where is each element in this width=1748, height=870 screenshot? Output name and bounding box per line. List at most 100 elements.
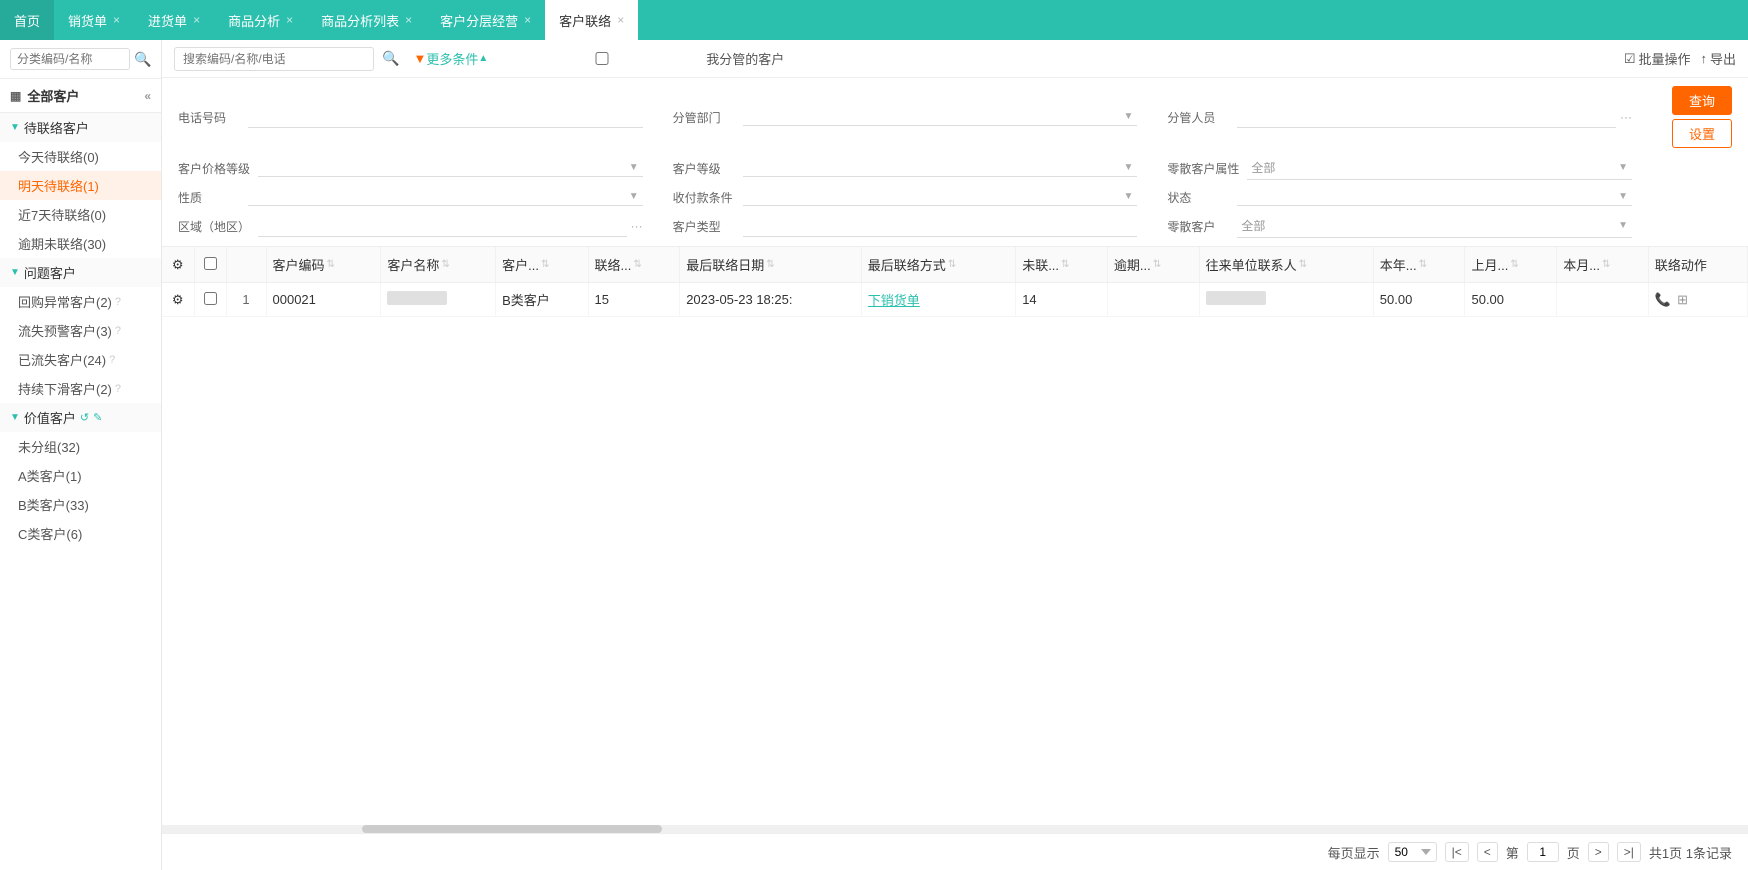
table-row: ⚙ 1 000021 B类客户 15 2023-05-23 18:25: 下销货… — [162, 283, 1748, 317]
customer-level-select[interactable]: ▼ — [743, 159, 1138, 177]
nav-purchase-order[interactable]: 进货单 × — [134, 0, 214, 40]
first-page-btn[interactable]: |< — [1445, 842, 1469, 862]
col-num-header — [226, 247, 266, 283]
close-product-analysis-list-icon[interactable]: × — [405, 13, 412, 27]
col-gear-header[interactable]: ⚙ — [162, 247, 194, 283]
col-checkbox-header[interactable] — [194, 247, 226, 283]
close-customer-segmentation-icon[interactable]: × — [524, 13, 531, 27]
col-code-header[interactable]: 客户编码 ⇅ — [266, 247, 381, 283]
sidebar-search-input[interactable] — [10, 48, 130, 70]
sidebar-item-churned[interactable]: 已流失客户(24) ? — [0, 345, 161, 374]
nav-sales-order[interactable]: 销货单 × — [54, 0, 134, 40]
row-last-contact-way[interactable]: 下销货单 — [861, 283, 1015, 317]
sidebar-group-value-customers: ▼ 价值客户 ↺ ✎ — [0, 403, 161, 432]
next-page-btn[interactable]: > — [1588, 842, 1609, 862]
nature-field: 性质 ▼ — [178, 188, 643, 206]
col-unit-contact-header[interactable]: 往来单位联系人 ⇅ — [1199, 247, 1373, 283]
select-all-checkbox[interactable] — [204, 257, 217, 270]
sidebar-search-icon[interactable]: 🔍 — [134, 51, 151, 68]
nav-customer-contact[interactable]: 客户联络 × — [545, 0, 638, 40]
close-customer-contact-icon[interactable]: × — [617, 13, 624, 27]
help-icon-1[interactable]: ? — [115, 296, 121, 308]
horizontal-scrollbar[interactable] — [162, 825, 1748, 833]
row-num: 1 — [226, 283, 266, 317]
my-customers-checkbox-label[interactable]: 我分管的客户 — [502, 49, 784, 68]
col-contact-header[interactable]: 联络... ⇅ — [588, 247, 680, 283]
batch-operation-btn[interactable]: ☑ 批量操作 — [1624, 49, 1691, 68]
close-purchase-order-icon[interactable]: × — [193, 13, 200, 27]
col-last-contact-way-header[interactable]: 最后联络方式 ⇅ — [861, 247, 1015, 283]
search-input[interactable] — [174, 47, 374, 71]
help-icon-3[interactable]: ? — [109, 354, 115, 366]
filter-more-btn[interactable]: ▼ 更多条件 ▲ — [407, 46, 494, 71]
sidebar-item-class-c[interactable]: C类客户(6) — [0, 519, 161, 548]
manager-input[interactable] — [1237, 107, 1616, 128]
status-chevron-icon: ▼ — [1618, 191, 1628, 202]
manager-dots-icon[interactable]: ··· — [1620, 110, 1632, 124]
col-last-month-header[interactable]: 上月... ⇅ — [1465, 247, 1557, 283]
adv-filter-row-2: 客户价格等级 ▼ 客户等级 ▼ 零散客户属性 — [178, 156, 1732, 180]
sidebar-item-abnormal-repurchase[interactable]: 回购异常客户(2) ? — [0, 287, 161, 316]
col-not-contact-header[interactable]: 未联... ⇅ — [1016, 247, 1108, 283]
per-page-select[interactable]: 50 100 200 — [1388, 842, 1437, 862]
sidebar-item-ungrouped[interactable]: 未分组(32) — [0, 432, 161, 461]
query-button[interactable]: 查询 — [1672, 86, 1732, 115]
col-this-month-header[interactable]: 本月... ⇅ — [1557, 247, 1649, 283]
phone-action-icon[interactable]: 📞 — [1655, 292, 1671, 308]
sidebar-item-tomorrow-contact[interactable]: 明天待联络(1) — [0, 171, 161, 200]
page-input[interactable] — [1527, 842, 1559, 862]
help-icon-2[interactable]: ? — [115, 325, 121, 337]
row-checkbox[interactable] — [194, 283, 226, 317]
sidebar-item-churn-warning[interactable]: 流失预警客户(3) ? — [0, 316, 161, 345]
col-name-header[interactable]: 客户名称 ⇅ — [381, 247, 496, 283]
row-action-icons: 📞 ⊞ — [1655, 292, 1741, 308]
last-page-btn[interactable]: >| — [1617, 842, 1641, 862]
collapse-sidebar-icon[interactable]: « — [144, 89, 151, 103]
customer-table: ⚙ 客户编码 ⇅ 客户名称 ⇅ — [162, 247, 1748, 317]
nav-product-analysis-list[interactable]: 商品分析列表 × — [307, 0, 426, 40]
col-last-contact-date-header[interactable]: 最后联络日期 ⇅ — [680, 247, 862, 283]
scrollbar-thumb[interactable] — [362, 825, 662, 833]
payment-select[interactable]: ▼ — [743, 188, 1138, 206]
triangle-icon: ▼ — [10, 122, 20, 133]
close-product-analysis-icon[interactable]: × — [286, 13, 293, 27]
region-input[interactable] — [258, 216, 627, 237]
filter-search-icon[interactable]: 🔍 — [382, 50, 399, 67]
nav-customer-segmentation[interactable]: 客户分层经营 × — [426, 0, 545, 40]
row-select-checkbox[interactable] — [204, 292, 217, 305]
retail-customer-select[interactable]: 全部 ▼ — [1237, 214, 1632, 238]
sidebar-item-declining[interactable]: 持续下滑客户(2) ? — [0, 374, 161, 403]
phone-input[interactable] — [248, 107, 643, 128]
region-dots-icon[interactable]: ··· — [631, 219, 643, 233]
sidebar-all-customers[interactable]: ▦ 全部客户 « — [0, 79, 161, 113]
status-select[interactable]: ▼ — [1237, 188, 1632, 206]
sidebar-item-7days-contact[interactable]: 近7天待联络(0) — [0, 200, 161, 229]
export-btn[interactable]: ↑ 导出 — [1700, 49, 1736, 68]
refresh-value-icon[interactable]: ↺ — [80, 411, 89, 424]
customer-type-input[interactable] — [743, 216, 1138, 237]
edit-value-icon[interactable]: ✎ — [93, 411, 102, 424]
nav-product-analysis[interactable]: 商品分析 × — [214, 0, 307, 40]
retail-attr-select[interactable]: 全部 ▼ — [1247, 156, 1632, 180]
help-icon-4[interactable]: ? — [115, 383, 121, 395]
col-overdue-header[interactable]: 逾期... ⇅ — [1107, 247, 1199, 283]
customer-level-field: 客户等级 ▼ — [673, 159, 1138, 177]
row-type: B类客户 — [496, 283, 588, 317]
nav-home[interactable]: 首页 — [0, 0, 54, 40]
triangle-icon-2: ▼ — [10, 267, 20, 278]
sidebar-item-class-b[interactable]: B类客户(33) — [0, 490, 161, 519]
menu-action-icon[interactable]: ⊞ — [1677, 292, 1688, 308]
sidebar-item-today-contact[interactable]: 今天待联络(0) — [0, 142, 161, 171]
prev-page-btn[interactable]: < — [1477, 842, 1498, 862]
row-gear[interactable]: ⚙ — [162, 283, 194, 317]
col-type-header[interactable]: 客户... ⇅ — [496, 247, 588, 283]
sidebar-item-class-a[interactable]: A类客户(1) — [0, 461, 161, 490]
dept-select[interactable]: ▼ — [743, 108, 1138, 126]
set-button[interactable]: 设置 — [1672, 119, 1732, 148]
sidebar-item-overdue-contact[interactable]: 逾期未联络(30) — [0, 229, 161, 258]
close-sales-order-icon[interactable]: × — [113, 13, 120, 27]
nature-select[interactable]: ▼ — [248, 188, 643, 206]
price-level-select[interactable]: ▼ — [258, 159, 643, 177]
col-this-year-header[interactable]: 本年... ⇅ — [1373, 247, 1465, 283]
my-customers-checkbox[interactable] — [502, 52, 702, 65]
